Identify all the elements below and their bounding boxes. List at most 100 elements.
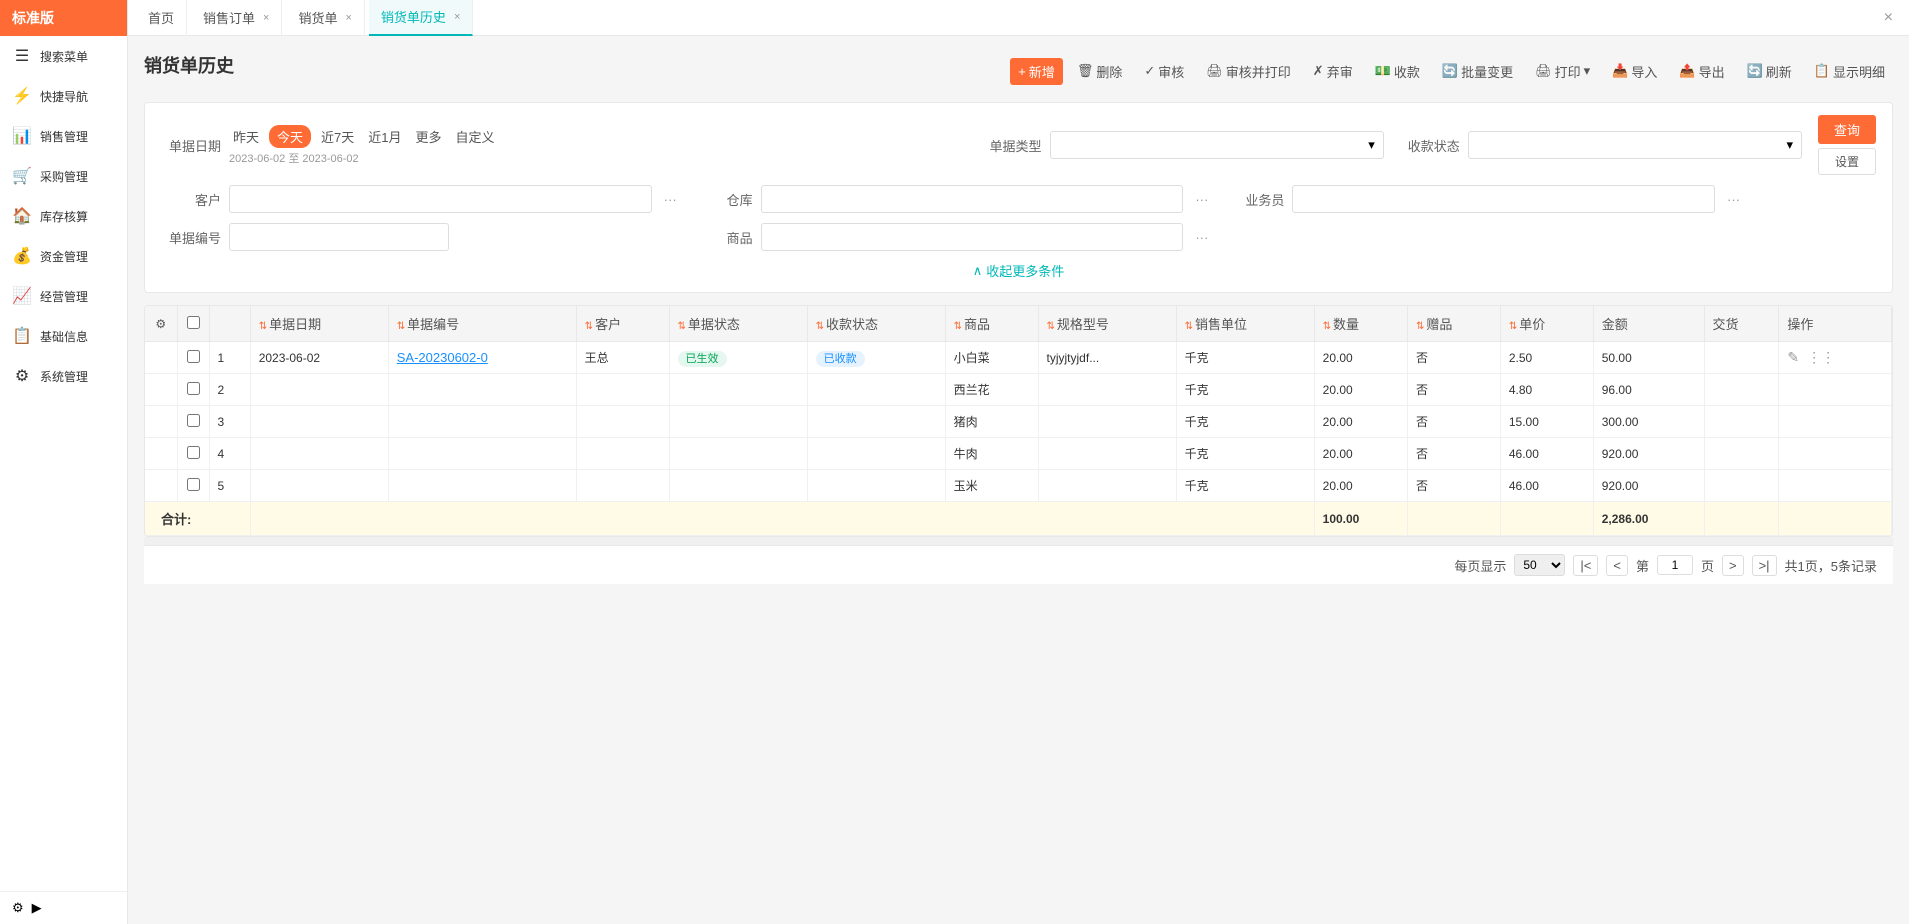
warehouse-dots-icon[interactable]: ··· bbox=[1195, 192, 1208, 207]
row-checkbox[interactable] bbox=[187, 446, 200, 459]
sidebar-bottom-icon1[interactable]: ⚙ bbox=[12, 900, 24, 916]
row-trade bbox=[1704, 438, 1779, 470]
product-input[interactable] bbox=[761, 223, 1184, 251]
import-button[interactable]: 📥 导入 bbox=[1604, 58, 1665, 85]
sidebar-item-ops-mgmt[interactable]: 📈 经营管理 bbox=[0, 276, 127, 316]
date-tab-yesterday[interactable]: 昨天 bbox=[229, 125, 263, 148]
more-icon[interactable]: ⋮⋮ bbox=[1807, 349, 1835, 366]
row-num: 3 bbox=[209, 406, 250, 438]
collect-button[interactable]: 💵 收款 bbox=[1367, 58, 1428, 85]
tab-sales-goods-close[interactable]: × bbox=[345, 12, 351, 24]
th-docnum[interactable]: ⇅单据编号 bbox=[388, 306, 576, 342]
row-spec: tyjyjtyjdf... bbox=[1038, 342, 1176, 374]
first-page-button[interactable]: |< bbox=[1573, 555, 1598, 576]
row-trade bbox=[1704, 342, 1779, 374]
staff-dots-icon[interactable]: ··· bbox=[1727, 192, 1740, 207]
sidebar-label: 库存核算 bbox=[40, 208, 88, 225]
tab-sales-goods[interactable]: 销货单 × bbox=[286, 0, 364, 36]
show-detail-button[interactable]: 📋 显示明细 bbox=[1806, 58, 1893, 85]
date-tab-7days[interactable]: 近7天 bbox=[317, 125, 358, 148]
th-gift[interactable]: ⇅赠品 bbox=[1408, 306, 1501, 342]
sidebar-item-quick-nav[interactable]: ⚡ 快捷导航 bbox=[0, 76, 127, 116]
sidebar-item-purchase-mgmt[interactable]: 🛒 采购管理 bbox=[0, 156, 127, 196]
th-amount[interactable]: 金额 bbox=[1593, 306, 1704, 342]
row-actions: ✎ ⋮⋮ bbox=[1779, 342, 1892, 374]
th-price[interactable]: ⇅单价 bbox=[1500, 306, 1593, 342]
sidebar-label: 采购管理 bbox=[40, 168, 88, 185]
th-date[interactable]: ⇅单据日期 bbox=[250, 306, 388, 342]
summary-empty bbox=[250, 502, 1314, 536]
th-gear[interactable]: ⚙ bbox=[145, 306, 177, 342]
row-check[interactable] bbox=[177, 470, 209, 502]
query-button[interactable]: 查询 bbox=[1818, 115, 1876, 144]
sidebar-item-search-menu[interactable]: ☰ 搜索菜单 bbox=[0, 36, 127, 76]
date-tab-more[interactable]: 更多 bbox=[412, 125, 446, 148]
row-check[interactable] bbox=[177, 438, 209, 470]
tab-sales-order-close[interactable]: × bbox=[263, 12, 269, 24]
staff-input[interactable] bbox=[1292, 185, 1715, 213]
row-product: 猪肉 bbox=[945, 406, 1038, 438]
th-spec[interactable]: ⇅规格型号 bbox=[1038, 306, 1176, 342]
refresh-button[interactable]: 🔄 刷新 bbox=[1739, 58, 1800, 85]
product-dots-icon[interactable]: ··· bbox=[1195, 230, 1208, 245]
th-qty[interactable]: ⇅数量 bbox=[1314, 306, 1407, 342]
row-checkbox[interactable] bbox=[187, 382, 200, 395]
edit-icon[interactable]: ✎ bbox=[1787, 349, 1799, 366]
th-doc-status[interactable]: ⇅单据状态 bbox=[669, 306, 807, 342]
tab-home[interactable]: 首页 bbox=[136, 0, 187, 36]
th-pay-status[interactable]: ⇅收款状态 bbox=[807, 306, 945, 342]
export-button[interactable]: 📤 导出 bbox=[1671, 58, 1732, 85]
row-checkbox[interactable] bbox=[187, 414, 200, 427]
customer-input[interactable] bbox=[229, 185, 652, 213]
sidebar-item-sys-mgmt[interactable]: ⚙ 系统管理 bbox=[0, 356, 127, 396]
docnum-input[interactable] bbox=[229, 223, 449, 251]
sidebar-item-basic-info[interactable]: 📋 基础信息 bbox=[0, 316, 127, 356]
collapse-button[interactable]: ∧ 收起更多条件 bbox=[973, 261, 1065, 280]
prev-page-button[interactable]: < bbox=[1606, 555, 1628, 576]
batch-change-button[interactable]: 🔄 批量变更 bbox=[1434, 58, 1521, 85]
per-page-select[interactable]: 50 20 100 bbox=[1514, 554, 1565, 576]
sidebar-item-sales-mgmt[interactable]: 📊 销售管理 bbox=[0, 116, 127, 156]
abandon-button[interactable]: ✗ 弃审 bbox=[1305, 58, 1361, 85]
select-all-checkbox[interactable] bbox=[187, 316, 200, 329]
pay-status-select[interactable]: ▾ bbox=[1468, 131, 1802, 159]
close-main-button[interactable]: × bbox=[1876, 9, 1901, 27]
scrollbar[interactable] bbox=[144, 537, 1893, 545]
th-product[interactable]: ⇅商品 bbox=[945, 306, 1038, 342]
print-button[interactable]: 🖨 打印 ▾ bbox=[1527, 58, 1598, 85]
audit-button[interactable]: ✓ 审核 bbox=[1136, 58, 1192, 85]
new-button[interactable]: + 新增 bbox=[1010, 58, 1063, 85]
delete-button[interactable]: 🗑 删除 bbox=[1069, 58, 1131, 85]
date-tab-today[interactable]: 今天 bbox=[269, 125, 311, 148]
row-pay-status bbox=[807, 438, 945, 470]
tab-sales-history[interactable]: 销货单历史 × bbox=[369, 0, 473, 36]
doc-num-link[interactable]: SA-20230602-0 bbox=[397, 350, 488, 365]
row-check[interactable] bbox=[177, 342, 209, 374]
row-check[interactable] bbox=[177, 406, 209, 438]
date-tab-1month[interactable]: 近1月 bbox=[364, 125, 405, 148]
audit-print-button[interactable]: 🖨 审核并打印 bbox=[1198, 58, 1299, 85]
row-checkbox[interactable] bbox=[187, 350, 200, 363]
settings-button[interactable]: 设置 bbox=[1818, 148, 1876, 175]
row-checkbox[interactable] bbox=[187, 478, 200, 491]
warehouse-input[interactable] bbox=[761, 185, 1184, 213]
row-check[interactable] bbox=[177, 374, 209, 406]
sidebar-item-inventory[interactable]: 🏠 库存核算 bbox=[0, 196, 127, 236]
date-tab-custom[interactable]: 自定义 bbox=[452, 125, 499, 148]
row-docnum[interactable]: SA-20230602-0 bbox=[388, 342, 576, 374]
tab-sales-history-close[interactable]: × bbox=[454, 11, 460, 23]
row-price: 15.00 bbox=[1500, 406, 1593, 438]
doc-type-select[interactable]: ▾ bbox=[1050, 131, 1384, 159]
tab-sales-order[interactable]: 销售订单 × bbox=[191, 0, 282, 36]
last-page-button[interactable]: >| bbox=[1752, 555, 1777, 576]
page-number-input[interactable] bbox=[1657, 555, 1693, 575]
row-unit: 千克 bbox=[1176, 374, 1314, 406]
th-unit[interactable]: ⇅销售单位 bbox=[1176, 306, 1314, 342]
sidebar-item-finance-mgmt[interactable]: 💰 资金管理 bbox=[0, 236, 127, 276]
th-check[interactable] bbox=[177, 306, 209, 342]
sidebar-bottom-icon2[interactable]: ▶ bbox=[32, 900, 42, 916]
th-customer[interactable]: ⇅客户 bbox=[576, 306, 669, 342]
next-page-button[interactable]: > bbox=[1722, 555, 1744, 576]
customer-dots-icon[interactable]: ··· bbox=[664, 192, 677, 207]
th-trade[interactable]: 交货 bbox=[1704, 306, 1779, 342]
